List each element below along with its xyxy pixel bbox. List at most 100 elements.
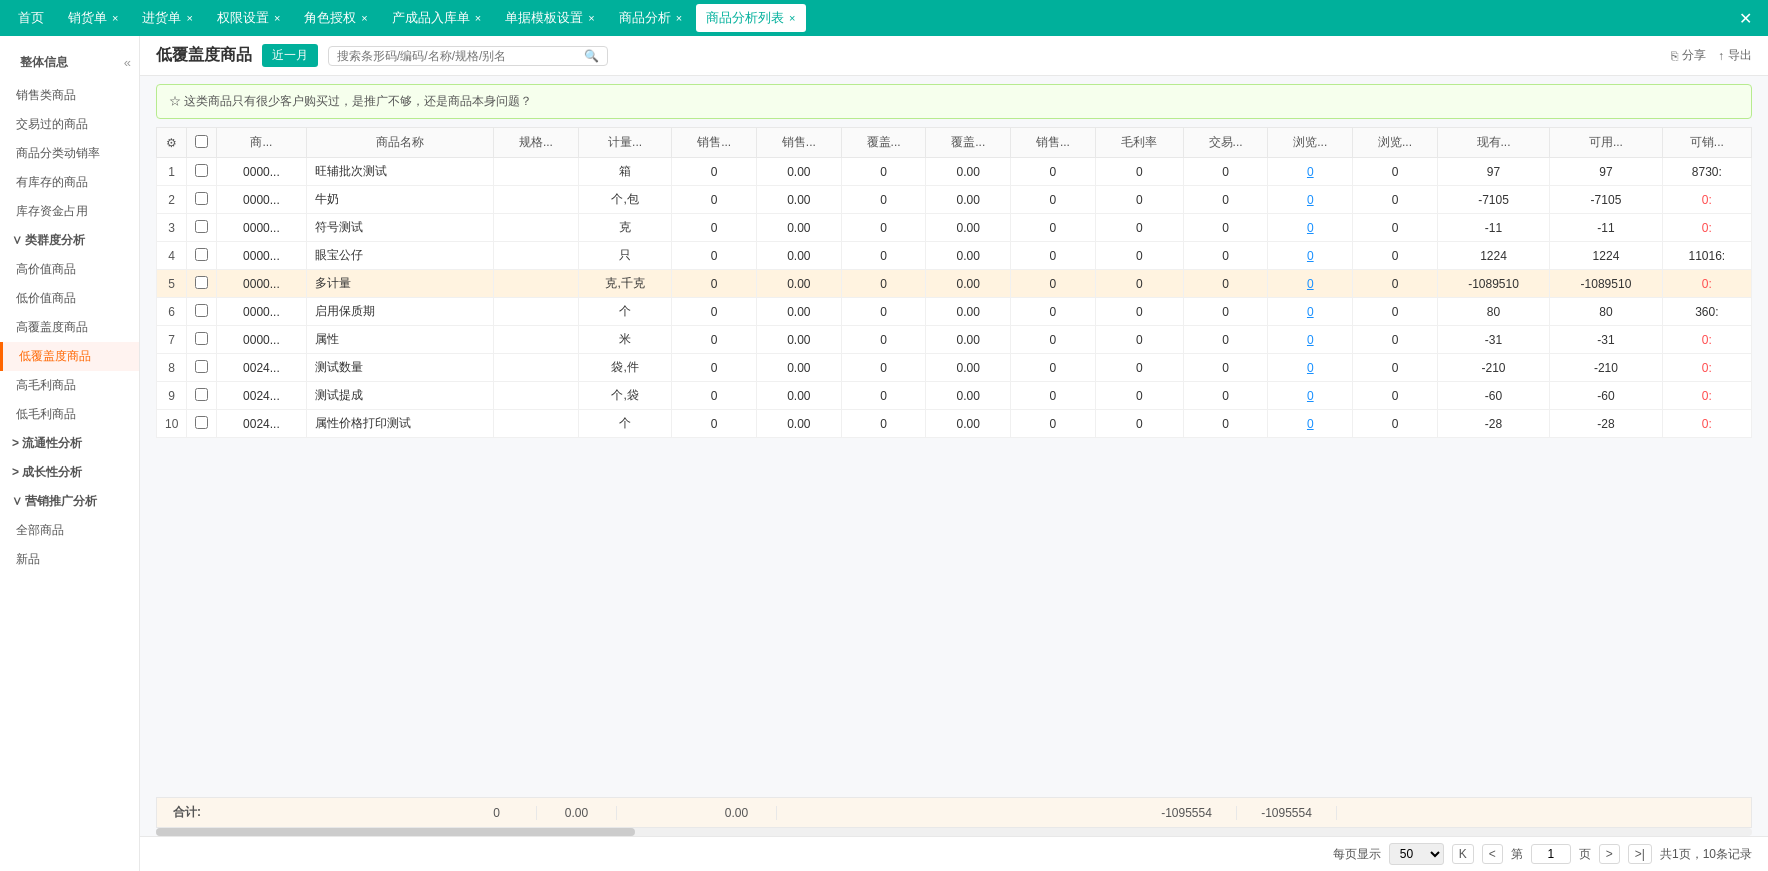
main-layout: 整体信息 « 销售类商品 交易过的商品 商品分类动销率 有库存的商品 库存资金占… bbox=[0, 36, 1768, 871]
global-close-button[interactable]: ✕ bbox=[1731, 9, 1760, 28]
sidebar-item-low-margin[interactable]: 低毛利商品 bbox=[0, 400, 139, 429]
row-sales3: 0 bbox=[1011, 158, 1096, 186]
sidebar-item-high-value[interactable]: 高价值商品 bbox=[0, 255, 139, 284]
row-browse1[interactable]: 0 bbox=[1268, 242, 1353, 270]
row-num: 8 bbox=[157, 354, 187, 382]
nav-role-auth[interactable]: 角色授权 × bbox=[294, 4, 377, 32]
share-button[interactable]: ⎘ 分享 bbox=[1671, 47, 1706, 64]
nav-close-storage[interactable]: × bbox=[475, 12, 481, 24]
sidebar-item-high-coverage[interactable]: 高覆盖度商品 bbox=[0, 313, 139, 342]
date-filter-button[interactable]: 近一月 bbox=[262, 44, 318, 67]
row-checkbox[interactable] bbox=[187, 382, 217, 410]
nav-product-analysis-list[interactable]: 商品分析列表 × bbox=[696, 4, 805, 32]
row-gross-margin: 0 bbox=[1095, 354, 1183, 382]
nav-close-template[interactable]: × bbox=[588, 12, 594, 24]
row-browse1[interactable]: 0 bbox=[1268, 186, 1353, 214]
sidebar-item-stocked-goods[interactable]: 有库存的商品 bbox=[0, 168, 139, 197]
row-browse1[interactable]: 0 bbox=[1268, 270, 1353, 298]
col-header-browse2: 浏览... bbox=[1353, 128, 1438, 158]
row-checkbox[interactable] bbox=[187, 158, 217, 186]
sidebar-item-traded-goods[interactable]: 交易过的商品 bbox=[0, 110, 139, 139]
prev-page-button[interactable]: < bbox=[1482, 844, 1503, 864]
page-number-input[interactable] bbox=[1531, 844, 1571, 864]
row-cover1: 0 bbox=[841, 270, 926, 298]
nav-close-purchase[interactable]: × bbox=[186, 12, 192, 24]
row-sales-amt: 0.00 bbox=[757, 354, 842, 382]
row-num: 5 bbox=[157, 270, 187, 298]
search-input[interactable] bbox=[337, 49, 584, 63]
row-checkbox[interactable] bbox=[187, 298, 217, 326]
table-row: 40000...眼宝公仔只00.0000.0000000122412241101… bbox=[157, 242, 1752, 270]
row-checkbox[interactable] bbox=[187, 214, 217, 242]
row-available-qty: -1089510 bbox=[1550, 270, 1662, 298]
row-code: 0000... bbox=[217, 158, 306, 186]
nav-close-role[interactable]: × bbox=[361, 12, 367, 24]
sidebar-item-low-coverage[interactable]: 低覆盖度商品 bbox=[0, 342, 139, 371]
nav-close-analysis-list[interactable]: × bbox=[789, 12, 795, 24]
sidebar-item-sales-goods[interactable]: 销售类商品 bbox=[0, 81, 139, 110]
sidebar-item-all-goods[interactable]: 全部商品 bbox=[0, 516, 139, 545]
sidebar-collapse-btn[interactable]: « bbox=[124, 55, 131, 70]
nav-close-sales[interactable]: × bbox=[112, 12, 118, 24]
row-available-qty: -28 bbox=[1550, 410, 1662, 438]
row-checkbox[interactable] bbox=[187, 270, 217, 298]
row-browse1[interactable]: 0 bbox=[1268, 410, 1353, 438]
nav-product-analysis[interactable]: 商品分析 × bbox=[609, 4, 692, 32]
search-icon[interactable]: 🔍 bbox=[584, 49, 599, 63]
settings-column-header[interactable]: ⚙ bbox=[157, 128, 187, 158]
sidebar-overall-section[interactable]: 整体信息 bbox=[8, 48, 124, 77]
page-title: 低覆盖度商品 bbox=[156, 45, 252, 66]
sidebar-coverage-section[interactable]: ∨ 类群度分析 bbox=[0, 226, 139, 255]
row-name: 牛奶 bbox=[306, 186, 494, 214]
row-sales-amt: 0.00 bbox=[757, 382, 842, 410]
nav-close-analysis[interactable]: × bbox=[676, 12, 682, 24]
nav-close-permissions[interactable]: × bbox=[274, 12, 280, 24]
row-browse1[interactable]: 0 bbox=[1268, 354, 1353, 382]
sidebar-item-new-goods[interactable]: 新品 bbox=[0, 545, 139, 574]
select-all-checkbox[interactable] bbox=[195, 135, 208, 148]
row-cover1: 0 bbox=[841, 382, 926, 410]
row-current-qty: 97 bbox=[1437, 158, 1549, 186]
sidebar-item-low-value[interactable]: 低价值商品 bbox=[0, 284, 139, 313]
row-browse2: 0 bbox=[1353, 158, 1438, 186]
per-page-select[interactable]: 50 100 200 bbox=[1389, 843, 1444, 865]
nav-home[interactable]: 首页 bbox=[8, 4, 54, 32]
row-checkbox[interactable] bbox=[187, 354, 217, 382]
sidebar-item-high-margin[interactable]: 高毛利商品 bbox=[0, 371, 139, 400]
row-sales-amt: 0.00 bbox=[757, 242, 842, 270]
row-unit: 米 bbox=[578, 326, 672, 354]
search-box: 🔍 bbox=[328, 46, 608, 66]
sidebar-item-category-turnover[interactable]: 商品分类动销率 bbox=[0, 139, 139, 168]
row-browse1[interactable]: 0 bbox=[1268, 326, 1353, 354]
row-checkbox[interactable] bbox=[187, 242, 217, 270]
row-checkbox[interactable] bbox=[187, 326, 217, 354]
nav-product-storage[interactable]: 产成品入库单 × bbox=[382, 4, 491, 32]
nav-template-settings[interactable]: 单据模板设置 × bbox=[495, 4, 604, 32]
row-checkbox[interactable] bbox=[187, 186, 217, 214]
sidebar-market-section[interactable]: ∨ 营销推广分析 bbox=[0, 487, 139, 516]
row-browse2: 0 bbox=[1353, 242, 1438, 270]
sidebar-flow-section[interactable]: > 流通性分析 bbox=[0, 429, 139, 458]
next-page-button[interactable]: > bbox=[1599, 844, 1620, 864]
row-code: 0000... bbox=[217, 298, 306, 326]
row-browse1[interactable]: 0 bbox=[1268, 158, 1353, 186]
summary-current-qty: -1095554 bbox=[1137, 806, 1237, 820]
sidebar-growth-section[interactable]: > 成长性分析 bbox=[0, 458, 139, 487]
row-checkbox[interactable] bbox=[187, 410, 217, 438]
sidebar-item-stock-capital[interactable]: 库存资金占用 bbox=[0, 197, 139, 226]
row-available-qty: 1224 bbox=[1550, 242, 1662, 270]
last-page-button[interactable]: >| bbox=[1628, 844, 1652, 864]
row-browse1[interactable]: 0 bbox=[1268, 382, 1353, 410]
table-container: ⚙ 商... 商品名称 规格... 计量... 销售... 销售... 覆盖..… bbox=[156, 127, 1752, 797]
row-browse2: 0 bbox=[1353, 326, 1438, 354]
scrollbar-thumb[interactable] bbox=[156, 828, 635, 836]
nav-sales-order[interactable]: 销货单 × bbox=[58, 4, 128, 32]
horizontal-scrollbar[interactable] bbox=[156, 828, 1752, 836]
first-page-button[interactable]: K bbox=[1452, 844, 1474, 864]
nav-permissions[interactable]: 权限设置 × bbox=[207, 4, 290, 32]
row-browse1[interactable]: 0 bbox=[1268, 298, 1353, 326]
nav-purchase-order[interactable]: 进货单 × bbox=[132, 4, 202, 32]
row-browse1[interactable]: 0 bbox=[1268, 214, 1353, 242]
row-cover2: 0.00 bbox=[926, 242, 1011, 270]
export-button[interactable]: ↑ 导出 bbox=[1718, 47, 1752, 64]
